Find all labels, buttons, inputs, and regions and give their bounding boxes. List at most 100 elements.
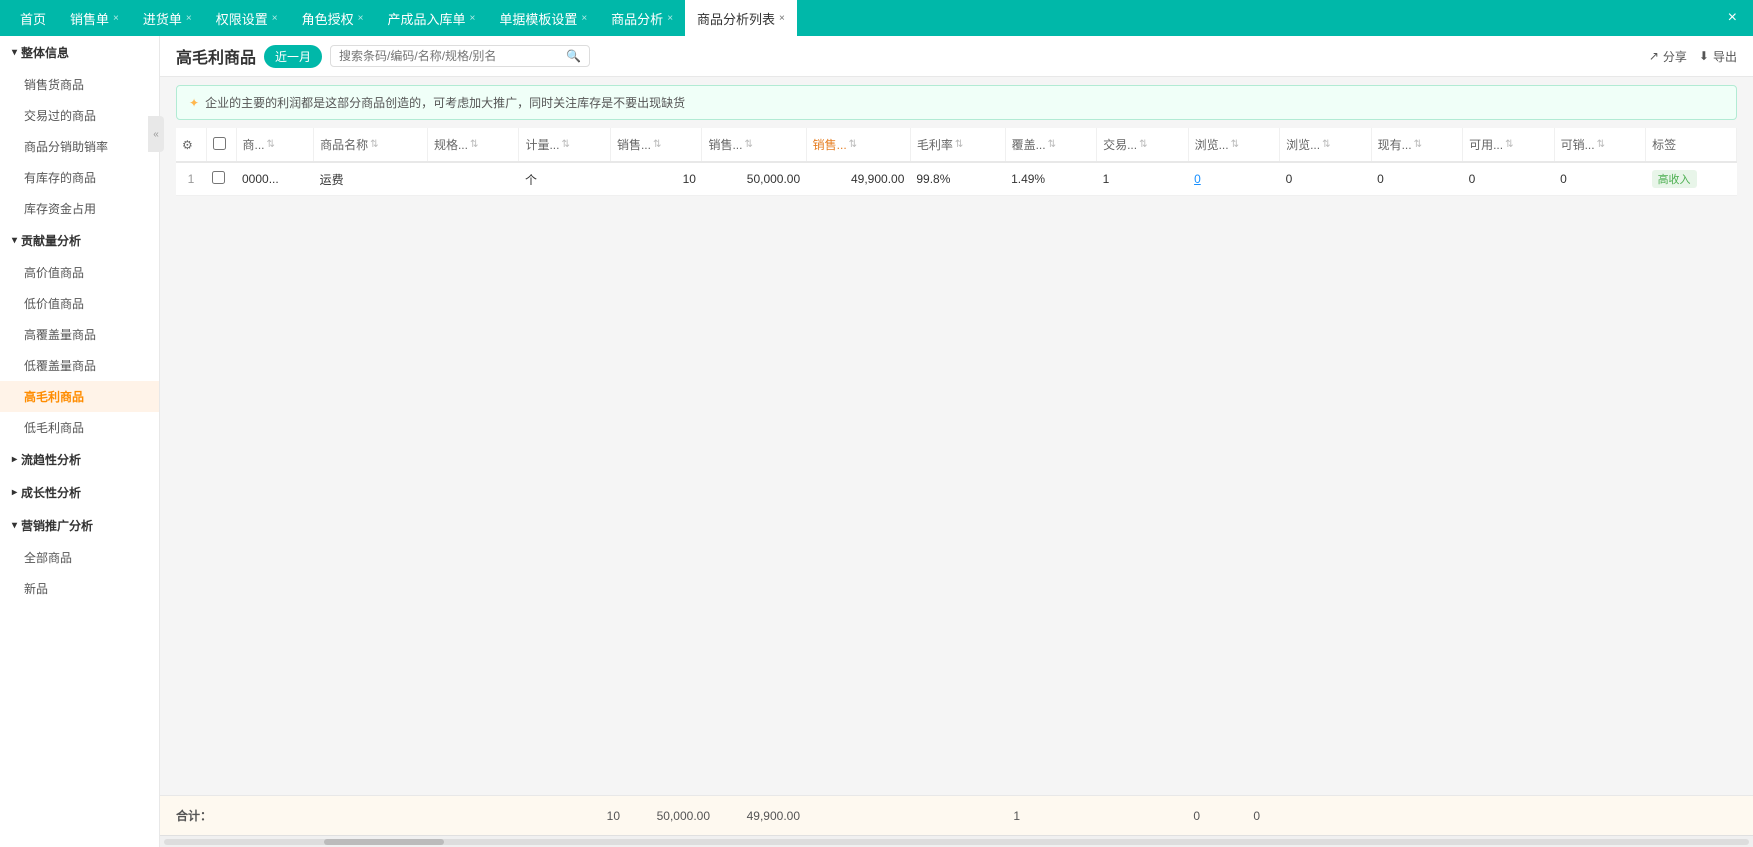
settings-icon[interactable]: ⚙ xyxy=(182,138,193,152)
sidebar-item-in-stock[interactable]: 有库存的商品 xyxy=(0,162,159,193)
sort-icon-unit[interactable]: ⇅ xyxy=(561,139,569,150)
nav-close-roles[interactable]: × xyxy=(358,13,364,24)
row-sales1: 10 xyxy=(610,162,702,196)
col-sales3[interactable]: 销售... ⇅ xyxy=(806,128,910,162)
nav-close-purchase[interactable]: × xyxy=(186,13,192,24)
sort-icon-sales2[interactable]: ⇅ xyxy=(744,139,752,150)
sort-icon-code[interactable]: ⇅ xyxy=(267,139,275,150)
nav-item-products[interactable]: 产成品入库单 × xyxy=(375,0,487,36)
sidebar-group-marketing[interactable]: ▾ 营销推广分析 xyxy=(0,509,159,542)
sidebar-item-low-value[interactable]: 低价值商品 xyxy=(0,288,159,319)
nav-item-roles[interactable]: 角色授权 × xyxy=(290,0,376,36)
col-available[interactable]: 可用... ⇅ xyxy=(1463,128,1555,162)
nav-item-sales[interactable]: 销售单 × xyxy=(58,0,131,36)
sort-icon-name[interactable]: ⇅ xyxy=(370,139,378,150)
sidebar-item-distribution-rate[interactable]: 商品分销助销率 xyxy=(0,131,159,162)
nav-close-analysis-list[interactable]: × xyxy=(779,13,785,24)
sort-icon-coverage[interactable]: ⇅ xyxy=(1048,139,1056,150)
sidebar-item-low-margin[interactable]: 低毛利商品 xyxy=(0,412,159,443)
col-checkbox xyxy=(206,128,236,162)
sidebar-collapse-button[interactable]: « xyxy=(148,116,164,152)
sort-icon-sales1[interactable]: ⇅ xyxy=(653,139,661,150)
row-checkbox[interactable] xyxy=(212,171,225,184)
nav-item-analysis[interactable]: 商品分析 × xyxy=(599,0,685,36)
col-browse2[interactable]: 浏览... ⇅ xyxy=(1280,128,1372,162)
sort-icon-spec[interactable]: ⇅ xyxy=(470,139,478,150)
info-icon: ✦ xyxy=(189,96,199,110)
sort-icon-browse2[interactable]: ⇅ xyxy=(1322,139,1330,150)
col-sales1[interactable]: 销售... ⇅ xyxy=(610,128,702,162)
filter-recent-month[interactable]: 近一月 xyxy=(264,45,322,68)
data-table: ⚙ 商... ⇅ 商品名称 xyxy=(176,128,1737,196)
col-transactions[interactable]: 交易... ⇅ xyxy=(1097,128,1189,162)
nav-close-sales[interactable]: × xyxy=(113,13,119,24)
sidebar-item-all-goods[interactable]: 全部商品 xyxy=(0,542,159,573)
page-title: 高毛利商品 xyxy=(176,44,256,68)
sidebar-group-growth[interactable]: ▸ 成长性分析 xyxy=(0,476,159,509)
row-checkbox-cell[interactable] xyxy=(206,162,236,196)
col-saleable[interactable]: 可销... ⇅ xyxy=(1554,128,1646,162)
col-sales2[interactable]: 销售... ⇅ xyxy=(702,128,806,162)
sidebar: ▾ 整体信息 销售货商品 交易过的商品 商品分销助销率 有库存的商品 库存资金占… xyxy=(0,36,160,847)
sidebar-group-trend[interactable]: ▸ 流趋性分析 xyxy=(0,443,159,476)
nav-item-purchase[interactable]: 进货单 × xyxy=(131,0,204,36)
sort-icon-transactions[interactable]: ⇅ xyxy=(1139,139,1147,150)
col-current[interactable]: 现有... ⇅ xyxy=(1371,128,1463,162)
row-spec xyxy=(427,162,519,196)
nav-item-analysis-list[interactable]: 商品分析列表 × xyxy=(685,0,797,36)
col-settings[interactable]: ⚙ xyxy=(176,128,206,162)
sidebar-item-high-coverage[interactable]: 高覆盖量商品 xyxy=(0,319,159,350)
col-gross-rate[interactable]: 毛利率 ⇅ xyxy=(910,128,1005,162)
scrollbar-thumb[interactable] xyxy=(324,839,444,845)
nav-close-products[interactable]: × xyxy=(469,13,475,24)
arrow-contribution: ▾ xyxy=(12,235,17,246)
col-unit[interactable]: 计量... ⇅ xyxy=(519,128,611,162)
col-spec[interactable]: 规格... ⇅ xyxy=(427,128,519,162)
nav-item-home[interactable]: 首页 xyxy=(8,0,58,36)
col-name[interactable]: 商品名称 ⇅ xyxy=(314,128,428,162)
sort-icon-sales3[interactable]: ⇅ xyxy=(849,139,857,150)
nav-close-templates[interactable]: × xyxy=(581,13,587,24)
sidebar-item-traded-goods[interactable]: 交易过的商品 xyxy=(0,100,159,131)
sidebar-item-low-coverage[interactable]: 低覆盖量商品 xyxy=(0,350,159,381)
sort-icon-available[interactable]: ⇅ xyxy=(1505,139,1513,150)
nav-item-templates[interactable]: 单据模板设置 × xyxy=(487,0,599,36)
export-button[interactable]: ⬇ 导出 xyxy=(1699,48,1737,65)
select-all-checkbox[interactable] xyxy=(213,137,226,150)
sidebar-item-high-value[interactable]: 高价值商品 xyxy=(0,257,159,288)
bottom-scrollbar[interactable] xyxy=(160,835,1753,847)
sort-icon-saleable[interactable]: ⇅ xyxy=(1597,139,1605,150)
search-input[interactable] xyxy=(339,49,562,63)
search-icon[interactable]: 🔍 xyxy=(566,49,581,63)
col-coverage[interactable]: 覆盖... ⇅ xyxy=(1005,128,1097,162)
header-actions: ↗ 分享 ⬇ 导出 xyxy=(1649,48,1737,65)
col-code[interactable]: 商... ⇅ xyxy=(236,128,314,162)
scrollbar-track[interactable] xyxy=(164,839,1749,845)
sidebar-item-new-goods[interactable]: 新品 xyxy=(0,573,159,604)
footer-spacer3 xyxy=(1026,809,1146,823)
col-browse1[interactable]: 浏览... ⇅ xyxy=(1188,128,1280,162)
sort-icon-gross-rate[interactable]: ⇅ xyxy=(955,139,963,150)
row-num: 1 xyxy=(176,162,206,196)
sidebar-item-high-margin[interactable]: 高毛利商品 xyxy=(0,381,159,412)
content-header: 高毛利商品 近一月 🔍 ↗ 分享 ⬇ 导出 xyxy=(160,36,1753,77)
table-container: ⚙ 商... ⇅ 商品名称 xyxy=(160,128,1753,795)
search-box[interactable]: 🔍 xyxy=(330,45,590,67)
sidebar-item-stock-capital[interactable]: 库存资金占用 xyxy=(0,193,159,224)
sidebar-group-overall[interactable]: ▾ 整体信息 xyxy=(0,36,159,69)
sidebar-item-sales-goods[interactable]: 销售货商品 xyxy=(0,69,159,100)
nav-item-permissions[interactable]: 权限设置 × xyxy=(204,0,290,36)
row-browse2: 0 xyxy=(1280,162,1372,196)
share-button[interactable]: ↗ 分享 xyxy=(1649,48,1687,65)
sort-icon-browse1[interactable]: ⇅ xyxy=(1231,139,1239,150)
footer-cells: 10 50,000.00 49,900.00 1 0 0 xyxy=(256,809,1737,823)
sort-icon-current[interactable]: ⇅ xyxy=(1414,139,1422,150)
nav-close-permissions[interactable]: × xyxy=(272,13,278,24)
row-code: 0000... xyxy=(236,162,314,196)
nav-close-analysis[interactable]: × xyxy=(667,13,673,24)
sidebar-group-contribution[interactable]: ▾ 贡献量分析 xyxy=(0,224,159,257)
footer-sales3: 49,900.00 xyxy=(716,809,806,823)
close-all-button[interactable]: × xyxy=(1720,9,1745,27)
row-browse1[interactable]: 0 xyxy=(1188,162,1280,196)
col-tag: 标签 xyxy=(1646,128,1737,162)
